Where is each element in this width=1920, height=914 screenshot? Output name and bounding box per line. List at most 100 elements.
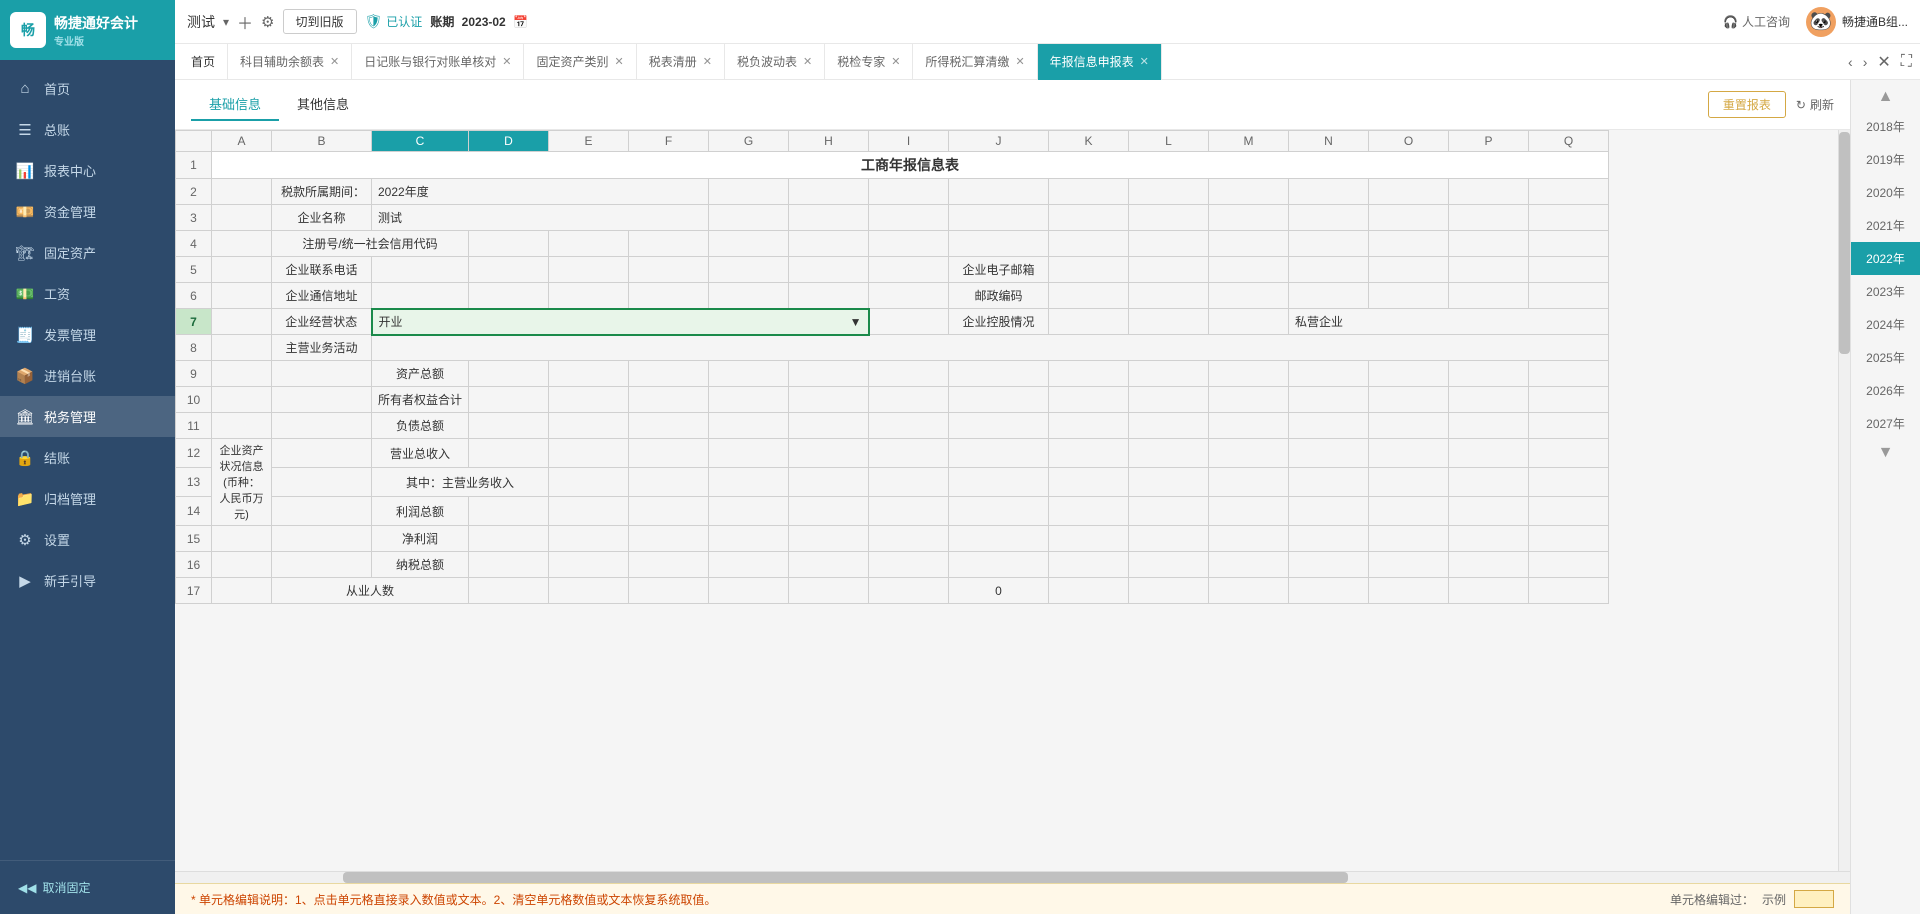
sidebar-item-home[interactable]: ⌂ 首页 bbox=[0, 68, 175, 109]
service-button[interactable]: 🎧 人工咨询 bbox=[1723, 13, 1790, 30]
cell-15-P[interactable] bbox=[1449, 526, 1529, 552]
sidebar-item-stock[interactable]: 📦 进销台账 bbox=[0, 355, 175, 396]
cell-17-M[interactable] bbox=[1209, 578, 1289, 604]
col-H[interactable]: H bbox=[789, 131, 869, 152]
tab-close-journal[interactable]: ✕ bbox=[502, 55, 511, 68]
cell-13-F[interactable] bbox=[629, 468, 709, 497]
cell-13-N[interactable] bbox=[1289, 468, 1369, 497]
cell-13-L[interactable] bbox=[1129, 468, 1209, 497]
cell-11-Q[interactable] bbox=[1529, 413, 1609, 439]
year-item-2027[interactable]: 2027年 bbox=[1851, 407, 1920, 440]
cell-13-G[interactable] bbox=[709, 468, 789, 497]
cell-16-P[interactable] bbox=[1449, 552, 1529, 578]
col-E[interactable]: E bbox=[549, 131, 629, 152]
cell-2-L[interactable] bbox=[1129, 179, 1209, 205]
cell-14-B[interactable] bbox=[272, 497, 372, 526]
cell-7-K[interactable] bbox=[1049, 309, 1129, 335]
cell-14-E[interactable] bbox=[549, 497, 629, 526]
col-Q[interactable]: Q bbox=[1529, 131, 1609, 152]
col-M[interactable]: M bbox=[1209, 131, 1289, 152]
year-item-2026[interactable]: 2026年 bbox=[1851, 374, 1920, 407]
sidebar-item-report[interactable]: 📊 报表中心 bbox=[0, 150, 175, 191]
cell-13-O[interactable] bbox=[1369, 468, 1449, 497]
cell-5-D[interactable] bbox=[469, 257, 549, 283]
cell-16-B[interactable] bbox=[272, 552, 372, 578]
cell-9-L[interactable] bbox=[1129, 361, 1209, 387]
tab-next-button[interactable]: › bbox=[1859, 52, 1872, 72]
cell-13-E[interactable] bbox=[549, 468, 629, 497]
cell-9-I[interactable] bbox=[869, 361, 949, 387]
cell-10-O[interactable] bbox=[1369, 387, 1449, 413]
cell-11-O[interactable] bbox=[1369, 413, 1449, 439]
tab-close-aux[interactable]: ✕ bbox=[330, 55, 339, 68]
sidebar-item-invoice[interactable]: 🧾 发票管理 bbox=[0, 314, 175, 355]
calendar-icon[interactable]: 📅 bbox=[513, 15, 528, 29]
cell-6-K[interactable] bbox=[1049, 283, 1129, 309]
cell-16-D[interactable] bbox=[469, 552, 549, 578]
cell-9-G[interactable] bbox=[709, 361, 789, 387]
cell-10-I[interactable] bbox=[869, 387, 949, 413]
cell-10-P[interactable] bbox=[1449, 387, 1529, 413]
cell-2-Q[interactable] bbox=[1529, 179, 1609, 205]
cell-4-N[interactable] bbox=[1289, 231, 1369, 257]
cell-15-K[interactable] bbox=[1049, 526, 1129, 552]
cell-9-B[interactable] bbox=[272, 361, 372, 387]
col-I[interactable]: I bbox=[869, 131, 949, 152]
sidebar-item-guide[interactable]: ▶ 新手引导 bbox=[0, 560, 175, 601]
cell-11-G[interactable] bbox=[709, 413, 789, 439]
cell-4-F[interactable] bbox=[629, 231, 709, 257]
vscroll-thumb[interactable] bbox=[1839, 132, 1850, 354]
cell-11-L[interactable] bbox=[1129, 413, 1209, 439]
cell-2-M[interactable] bbox=[1209, 179, 1289, 205]
cell-13-J[interactable] bbox=[949, 468, 1049, 497]
cell-1-title[interactable]: 工商年报信息表 bbox=[212, 152, 1609, 179]
tab-tax-clear[interactable]: 税表清册 ✕ bbox=[637, 44, 725, 80]
dropdown-arrow[interactable]: ▼ bbox=[850, 315, 862, 329]
cell-6-L[interactable] bbox=[1129, 283, 1209, 309]
cell-14-J[interactable] bbox=[949, 497, 1049, 526]
cell-9-F[interactable] bbox=[629, 361, 709, 387]
cell-12-Q[interactable] bbox=[1529, 439, 1609, 468]
cell-11-P[interactable] bbox=[1449, 413, 1529, 439]
cell-7-A[interactable] bbox=[212, 309, 272, 335]
cell-12-J[interactable] bbox=[949, 439, 1049, 468]
cell-11-M[interactable] bbox=[1209, 413, 1289, 439]
cell-5-M[interactable] bbox=[1209, 257, 1289, 283]
spreadsheet-scroll[interactable]: A B C D E F G H I J K L bbox=[175, 130, 1838, 871]
cell-5-E[interactable] bbox=[549, 257, 629, 283]
cell-11-A[interactable] bbox=[212, 413, 272, 439]
tab-expand-button[interactable]: ⛶ bbox=[1897, 51, 1916, 73]
cell-12-P[interactable] bbox=[1449, 439, 1529, 468]
tab-close-all-button[interactable]: ✕ bbox=[1873, 50, 1894, 74]
cell-13-Q[interactable] bbox=[1529, 468, 1609, 497]
refresh-button[interactable]: ↻ 刷新 bbox=[1796, 96, 1834, 113]
tab-fixed-cat[interactable]: 固定资产类别 ✕ bbox=[524, 44, 636, 80]
cell-11-H[interactable] bbox=[789, 413, 869, 439]
cell-11-E[interactable] bbox=[549, 413, 629, 439]
col-O[interactable]: O bbox=[1369, 131, 1449, 152]
cell-15-Q[interactable] bbox=[1529, 526, 1609, 552]
cell-15-I[interactable] bbox=[869, 526, 949, 552]
col-K[interactable]: K bbox=[1049, 131, 1129, 152]
cell-14-L[interactable] bbox=[1129, 497, 1209, 526]
cell-3-J[interactable] bbox=[949, 205, 1049, 231]
cell-7-M[interactable] bbox=[1209, 309, 1289, 335]
cell-12-M[interactable] bbox=[1209, 439, 1289, 468]
topbar-settings-icon[interactable]: ⚙ bbox=[261, 13, 274, 31]
cell-6-E[interactable] bbox=[549, 283, 629, 309]
cell-6-N[interactable] bbox=[1289, 283, 1369, 309]
cell-14-F[interactable] bbox=[629, 497, 709, 526]
cell-10-G[interactable] bbox=[709, 387, 789, 413]
cell-9-E[interactable] bbox=[549, 361, 629, 387]
tab-close-income-tax[interactable]: ✕ bbox=[1015, 55, 1024, 68]
year-item-2025[interactable]: 2025年 bbox=[1851, 341, 1920, 374]
cell-3-M[interactable] bbox=[1209, 205, 1289, 231]
cell-3-I[interactable] bbox=[869, 205, 949, 231]
col-P[interactable]: P bbox=[1449, 131, 1529, 152]
cell-6-G[interactable] bbox=[709, 283, 789, 309]
cell-16-H[interactable] bbox=[789, 552, 869, 578]
cell-2-O[interactable] bbox=[1369, 179, 1449, 205]
cell-16-N[interactable] bbox=[1289, 552, 1369, 578]
cell-17-N[interactable] bbox=[1289, 578, 1369, 604]
cell-9-Q[interactable] bbox=[1529, 361, 1609, 387]
